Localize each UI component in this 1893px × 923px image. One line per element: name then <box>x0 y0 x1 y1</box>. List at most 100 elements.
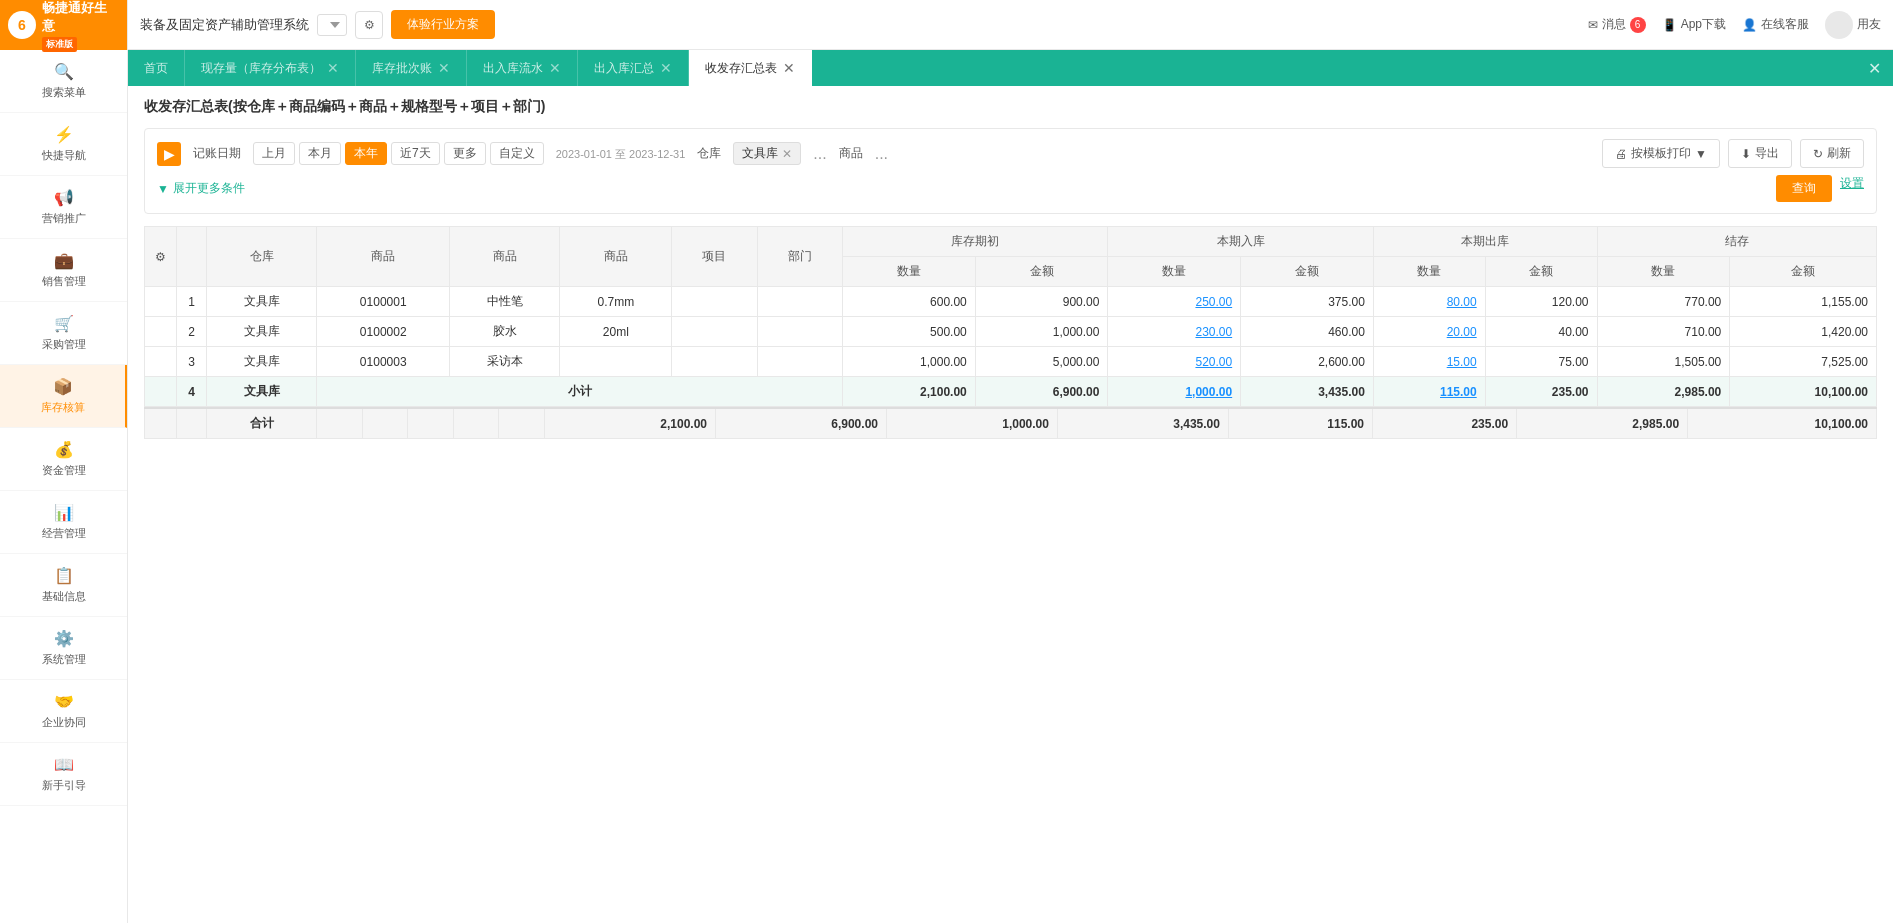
warehouse-more-btn[interactable]: ... <box>813 145 826 163</box>
goods-more-btn[interactable]: ... <box>875 145 888 163</box>
row-project <box>672 317 757 347</box>
row-in-qty[interactable]: 250.00 <box>1108 287 1241 317</box>
tab-close-icon[interactable]: ✕ <box>783 61 795 75</box>
th-department: 部门 <box>757 227 842 287</box>
date-btn-自定义[interactable]: 自定义 <box>490 142 544 165</box>
filter-expand-btn[interactable]: ▶ <box>157 142 181 166</box>
row-balance-qty: 1,505.00 <box>1597 347 1730 377</box>
sidebar-label: 基础信息 <box>42 589 86 604</box>
row-settings <box>145 347 177 377</box>
th-in-amount: 金额 <box>1241 257 1374 287</box>
tab-收发存汇总表[interactable]: 收发存汇总表✕ <box>689 50 812 86</box>
row-goods-code: 0100001 <box>317 287 450 317</box>
system-title-select[interactable] <box>317 14 347 36</box>
subtotal-in-qty[interactable]: 1,000.00 <box>1108 377 1241 407</box>
warehouse-tag: 文具库 ✕ <box>733 142 801 165</box>
row-opening-amount: 900.00 <box>975 287 1108 317</box>
total-out-amount: 235.00 <box>1373 408 1517 439</box>
tab-库存批次账[interactable]: 库存批次账✕ <box>356 50 467 86</box>
sidebar-item-快捷导航[interactable]: ⚡快捷导航 <box>0 113 127 176</box>
date-btn-近7天[interactable]: 近7天 <box>391 142 440 165</box>
th-group-balance: 结存 <box>1597 227 1876 257</box>
row-goods-name: 采访本 <box>450 347 560 377</box>
sidebar-item-库存核算[interactable]: 📦库存核算 <box>0 365 127 428</box>
date-btn-上月[interactable]: 上月 <box>253 142 295 165</box>
sidebar-item-营销推广[interactable]: 📢营销推广 <box>0 176 127 239</box>
date-btn-更多[interactable]: 更多 <box>444 142 486 165</box>
tab-close-icon[interactable]: ✕ <box>327 61 339 75</box>
main-area: 装备及固定资产辅助管理系统 ⚙ 体验行业方案 ✉ 消息 6 📱 App下载 <box>128 0 1893 923</box>
export-icon: ⬇ <box>1741 147 1751 161</box>
tab-出入库汇总[interactable]: 出入库汇总 ✕ <box>578 50 689 86</box>
tab-close-icon[interactable]: ✕ <box>549 61 561 75</box>
sidebar-item-企业协同[interactable]: 🤝企业协同 <box>0 680 127 743</box>
date-btn-本月[interactable]: 本月 <box>299 142 341 165</box>
footer-total-table: 合计 2,100.00 6,900.00 1,000.00 3,435.00 <box>144 407 1877 439</box>
print-template-btn[interactable]: 🖨 按模板打印 ▼ <box>1602 139 1720 168</box>
subtotal-out-qty[interactable]: 115.00 <box>1373 377 1485 407</box>
sidebar-item-经营管理[interactable]: 📊经营管理 <box>0 491 127 554</box>
row-out-qty[interactable]: 15.00 <box>1373 347 1485 377</box>
row-out-qty[interactable]: 80.00 <box>1373 287 1485 317</box>
content-area: 收发存汇总表(按仓库＋商品编码＋商品＋规格型号＋项目＋部门) ▶ 记账日期 上月… <box>128 86 1893 923</box>
sidebar-item-系统管理[interactable]: ⚙️系统管理 <box>0 617 127 680</box>
trial-btn[interactable]: 体验行业方案 <box>391 10 495 39</box>
tab-close-icon[interactable]: ✕ <box>660 61 672 75</box>
query-btn[interactable]: 查询 <box>1776 175 1832 202</box>
row-in-qty[interactable]: 520.00 <box>1108 347 1241 377</box>
settings-icon-btn[interactable]: ⚙ <box>355 11 383 39</box>
filter-bar: ▶ 记账日期 上月本月本年近7天更多自定义 2023-01-01 至 2023-… <box>144 128 1877 214</box>
row-settings <box>145 317 177 347</box>
refresh-btn[interactable]: ↻ 刷新 <box>1800 139 1864 168</box>
row-balance-amount: 1,155.00 <box>1730 287 1877 317</box>
messages-btn[interactable]: ✉ 消息 6 <box>1588 16 1646 33</box>
sidebar-item-基础信息[interactable]: 📋基础信息 <box>0 554 127 617</box>
tab-close-icon[interactable]: ✕ <box>438 61 450 75</box>
row-settings <box>145 287 177 317</box>
row-goods-spec <box>560 347 672 377</box>
warehouse-filter: 文具库 ✕ <box>733 142 801 165</box>
topbar-left: 装备及固定资产辅助管理系统 ⚙ 体验行业方案 <box>140 10 495 39</box>
total-empty2 <box>177 408 207 439</box>
row-in-qty[interactable]: 230.00 <box>1108 317 1241 347</box>
warehouse-remove-btn[interactable]: ✕ <box>782 147 792 161</box>
sidebar-item-采购管理[interactable]: 🛒采购管理 <box>0 302 127 365</box>
tab-出入库流水[interactable]: 出入库流水✕ <box>467 50 578 86</box>
app-download-btn[interactable]: 📱 App下载 <box>1662 16 1726 33</box>
tabbar-close-btn[interactable]: ✕ <box>1856 50 1893 86</box>
row-out-qty[interactable]: 20.00 <box>1373 317 1485 347</box>
tab-现存量（库存分布表）[interactable]: 现存量（库存分布表） ✕ <box>185 50 356 86</box>
expand-label: 展开更多条件 <box>173 180 245 197</box>
online-service-label: 在线客服 <box>1761 16 1809 33</box>
sidebar-icon: ⚡ <box>54 125 74 144</box>
sidebar-item-新手引导[interactable]: 📖新手引导 <box>0 743 127 806</box>
export-btn[interactable]: ⬇ 导出 <box>1728 139 1792 168</box>
refresh-icon: ↻ <box>1813 147 1823 161</box>
sidebar-icon: ⚙️ <box>54 629 74 648</box>
sidebar-item-销售管理[interactable]: 💼销售管理 <box>0 239 127 302</box>
logo-icon: 6 <box>8 11 36 39</box>
sidebar-item-资金管理[interactable]: 💰资金管理 <box>0 428 127 491</box>
topbar-right: ✉ 消息 6 📱 App下载 👤 在线客服 用友 <box>1588 11 1881 39</box>
settings-link[interactable]: 设置 <box>1840 175 1864 202</box>
row-balance-qty: 770.00 <box>1597 287 1730 317</box>
chevron-down-icon: ▼ <box>1695 147 1707 161</box>
th-group-in: 本期入库 <box>1108 227 1373 257</box>
tab-label: 现存量（库存分布表） <box>201 60 321 77</box>
th-opening-amount: 金额 <box>975 257 1108 287</box>
user-area[interactable]: 用友 <box>1825 11 1881 39</box>
date-btn-本年[interactable]: 本年 <box>345 142 387 165</box>
expand-more-btn[interactable]: ▼ 展开更多条件 <box>157 174 245 203</box>
sidebar-item-搜索菜单[interactable]: 🔍搜索菜单 <box>0 50 127 113</box>
sidebar-label: 库存核算 <box>41 400 85 415</box>
tab-label: 出入库汇总 <box>594 60 654 77</box>
sidebar: 6 畅捷通好生意 标准版 🔍搜索菜单⚡快捷导航📢营销推广💼销售管理🛒采购管理📦库… <box>0 0 128 923</box>
th-index <box>177 227 207 287</box>
sidebar-icon: 📊 <box>54 503 74 522</box>
logo-text: 畅捷通好生意 标准版 <box>42 0 119 52</box>
sidebar-label: 采购管理 <box>42 337 86 352</box>
row-out-amount: 40.00 <box>1485 317 1597 347</box>
online-service-btn[interactable]: 👤 在线客服 <box>1742 16 1809 33</box>
tab-首页[interactable]: 首页 <box>128 50 185 86</box>
sidebar-icon: 📢 <box>54 188 74 207</box>
